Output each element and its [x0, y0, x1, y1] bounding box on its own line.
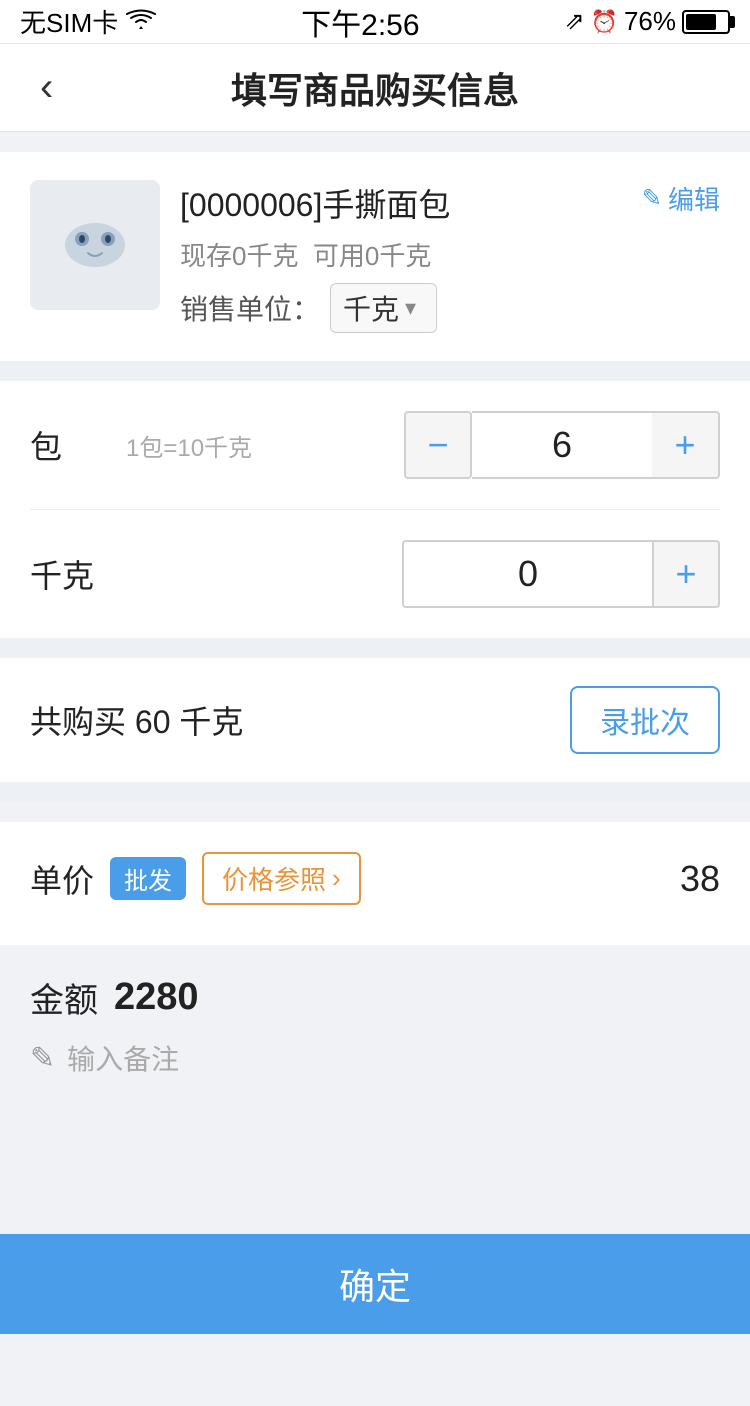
kg-input-row: 千克 +: [30, 510, 720, 638]
chevron-down-icon: ▾: [405, 295, 416, 321]
bao-decrement-button[interactable]: −: [404, 411, 472, 479]
price-label: 单价: [30, 856, 94, 902]
edit-icon: ✎: [642, 184, 662, 213]
bao-label: 包: [30, 422, 110, 468]
divider-3: [0, 782, 750, 802]
nav-bar: ‹ 填写商品购买信息: [0, 44, 750, 132]
bao-quantity-control: − +: [404, 411, 720, 479]
input-section: 包 1包=10千克 − + 千克 +: [0, 381, 750, 638]
status-time: 下午2:56: [301, 0, 419, 44]
amount-label: 金额: [30, 973, 98, 1022]
wifi-icon: [126, 6, 156, 37]
bao-quantity-input[interactable]: [472, 411, 652, 479]
product-name: [0000006]手撕面包: [180, 180, 720, 226]
kg-label: 千克: [30, 551, 110, 597]
back-button[interactable]: ‹: [30, 55, 63, 120]
note-icon: ✎: [30, 1041, 55, 1076]
product-info: [0000006]手撕面包 现存0千克 可用0千克 销售单位： 千克 ▾: [180, 180, 720, 333]
product-image: [30, 180, 160, 310]
carrier-text: 无SIM卡: [20, 3, 118, 40]
unit-selector[interactable]: 千克 ▾: [330, 283, 437, 333]
status-bar: 无SIM卡 下午2:56 ⇗ ⏰ 76%: [0, 0, 750, 44]
price-value: 38: [680, 858, 720, 900]
bao-increment-button[interactable]: +: [652, 411, 720, 479]
divider-2: [0, 638, 750, 658]
edit-button[interactable]: ✎ 编辑: [642, 180, 720, 217]
chevron-right-icon: ›: [332, 863, 341, 894]
note-row[interactable]: ✎ 输入备注: [30, 1038, 720, 1078]
battery-percentage: 76%: [624, 6, 676, 37]
page-title: 填写商品购买信息: [231, 62, 519, 114]
price-row: 单价 批发 价格参照 › 38: [30, 852, 720, 905]
divider-1: [0, 361, 750, 381]
battery-icon: [682, 10, 730, 34]
status-indicators: ⇗ ⏰ 76%: [564, 6, 730, 37]
product-logo-icon: [60, 210, 130, 280]
amount-row: 金额 2280: [30, 973, 720, 1022]
product-card: [0000006]手撕面包 现存0千克 可用0千克 销售单位： 千克 ▾ ✎ 编…: [0, 152, 750, 361]
product-unit-row: 销售单位： 千克 ▾: [180, 283, 720, 333]
location-icon: ⇗: [564, 7, 584, 36]
price-ref-button[interactable]: 价格参照 ›: [202, 852, 361, 905]
confirm-button[interactable]: 确定: [0, 1234, 750, 1334]
summary-text: 共购买 60 千克: [30, 697, 243, 743]
kg-increment-button[interactable]: +: [652, 540, 720, 608]
status-carrier: 无SIM卡: [20, 3, 156, 40]
product-stock: 现存0千克 可用0千克: [180, 236, 720, 273]
bao-hint: 1包=10千克: [126, 428, 404, 463]
alarm-icon: ⏰: [591, 9, 618, 35]
kg-quantity-control: +: [402, 540, 720, 608]
amount-section: 金额 2280 ✎ 输入备注: [0, 945, 750, 1106]
price-section: 单价 批发 价格参照 › 38: [0, 822, 750, 945]
summary-section: 共购买 60 千克 录批次: [0, 658, 750, 782]
batch-button[interactable]: 录批次: [570, 686, 720, 754]
kg-quantity-input[interactable]: [402, 540, 652, 608]
note-placeholder: 输入备注: [67, 1038, 179, 1078]
price-type-tag: 批发: [110, 857, 186, 900]
bao-input-row: 包 1包=10千克 − +: [30, 381, 720, 510]
amount-value: 2280: [114, 976, 199, 1019]
